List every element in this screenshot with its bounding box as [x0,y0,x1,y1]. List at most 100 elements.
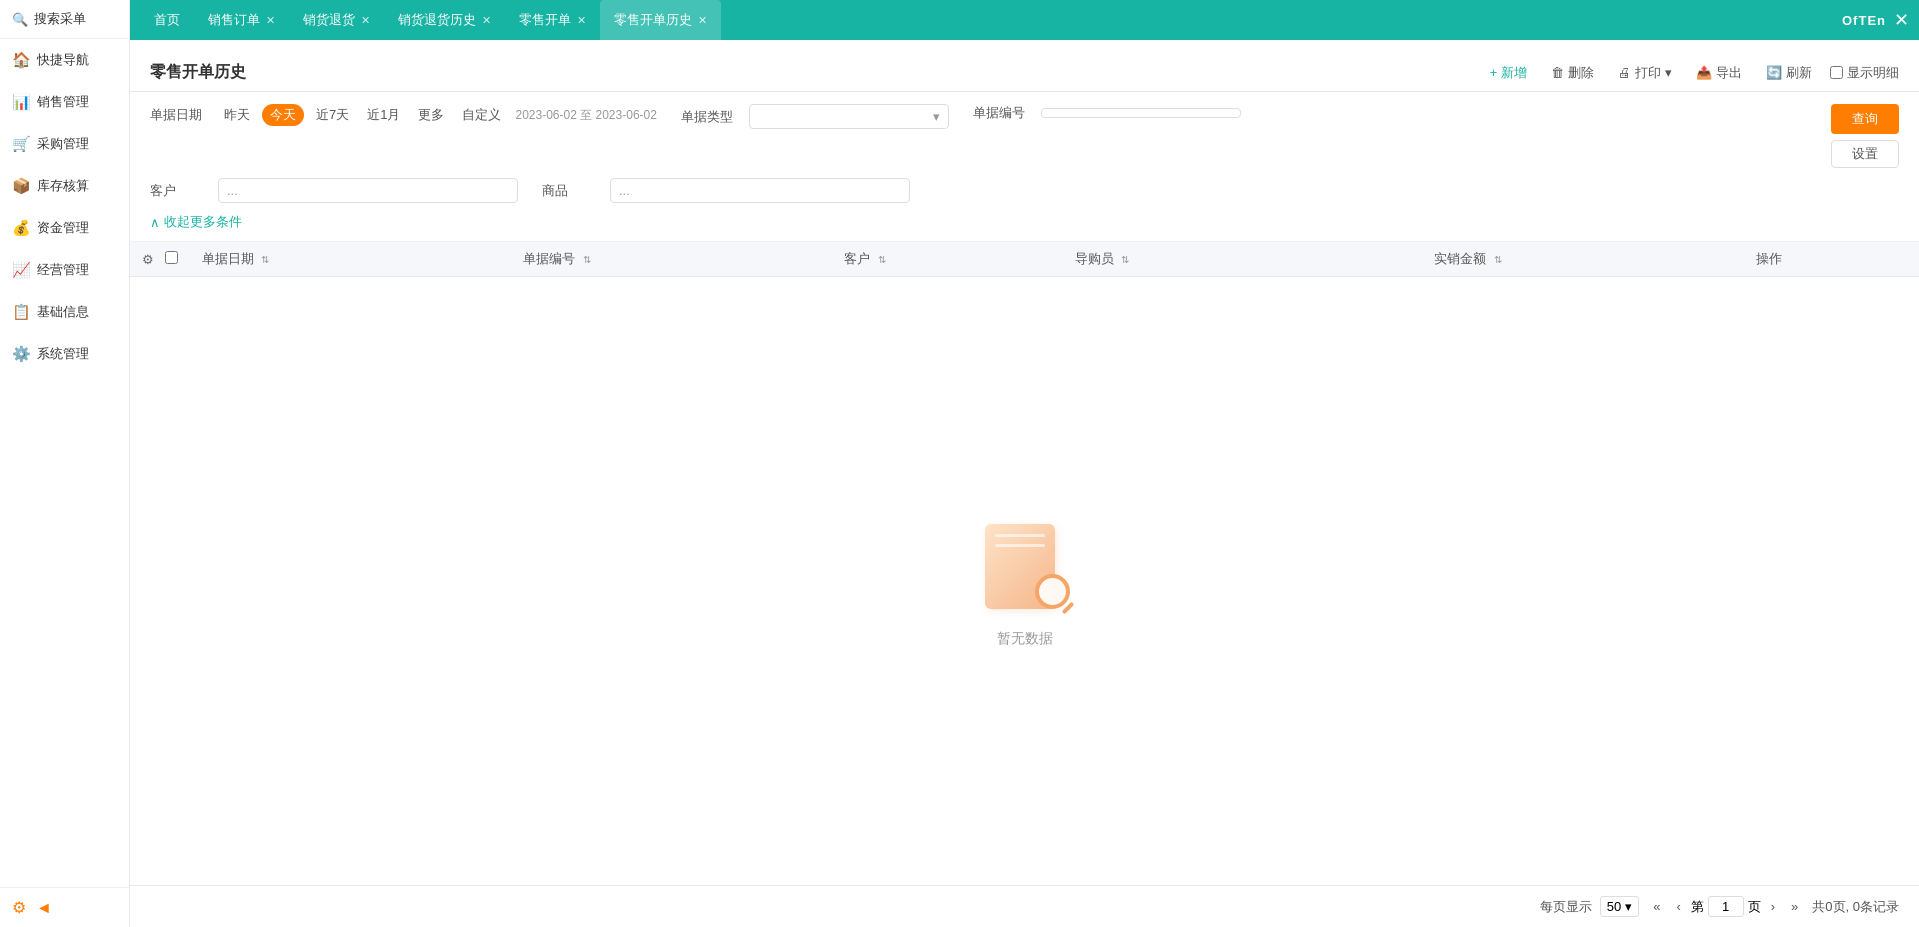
col-date-sort[interactable]: ⇅ [261,254,269,265]
sidebar-item-sys-mgmt[interactable]: ⚙️ 系统管理 [0,333,129,375]
table-settings-icon[interactable]: ⚙ [142,252,154,267]
doc-type-label: 单据类型 [681,108,741,126]
doc-no-input[interactable] [1041,108,1241,118]
date-btn-today[interactable]: 今天 [262,104,304,126]
box-icon: 📦 [12,177,31,195]
settings-col: ⚙ [130,242,190,277]
sidebar-item-base-info[interactable]: 📋 基础信息 [0,291,129,333]
sidebar: 🔍 搜索采单 🏠 快捷导航 📊 销售管理 🛒 采购管理 📦 库存核算 💰 资金管… [0,0,130,927]
collapse-filter-btn[interactable]: ∧ 收起更多条件 [150,213,1899,231]
date-btn-yesterday[interactable]: 昨天 [218,104,256,126]
col-customer-sort[interactable]: ⇅ [878,254,886,265]
page-next-btn[interactable]: › [1765,897,1781,916]
delete-icon: 🗑 [1551,65,1564,80]
tab-home[interactable]: 首页 [140,0,194,40]
sidebar-item-label: 基础信息 [37,303,89,321]
select-arrow-icon: ▾ [933,109,940,124]
goods-label: 商品 [542,182,602,200]
show-detail-input[interactable] [1830,66,1843,79]
goods-input[interactable]: ... [610,178,910,203]
sidebar-item-operations[interactable]: 📈 经营管理 [0,249,129,291]
print-button[interactable]: 🖨 打印 ▾ [1612,60,1678,86]
date-btn-more[interactable]: 更多 [412,104,450,126]
sidebar-item-quick-nav[interactable]: 🏠 快捷导航 [0,39,129,81]
col-action: 操作 [1744,242,1919,277]
clipboard-icon: 📋 [12,303,31,321]
customer-input[interactable]: ... [218,178,518,203]
sidebar-item-label: 资金管理 [37,219,89,237]
settings-footer-btn[interactable]: ⚙ [12,898,26,917]
col-amount-sort[interactable]: ⇅ [1494,254,1502,265]
show-detail-checkbox[interactable]: 显示明细 [1830,64,1899,82]
select-all-checkbox[interactable] [165,251,178,264]
query-button[interactable]: 查询 [1831,104,1899,134]
export-button[interactable]: 📤 导出 [1690,60,1748,86]
per-page-value: 50 [1607,899,1621,914]
sidebar-item-sales-mgmt[interactable]: 📊 销售管理 [0,81,129,123]
tab-sales-return-history-close[interactable]: ✕ [482,14,491,27]
doc-type-select[interactable]: ▾ [749,104,949,129]
no-data-text: 暂无数据 [997,630,1053,648]
filter-section: 单据日期 昨天 今天 近7天 近1月 更多 自定义 2023-06-02 至 2… [130,92,1919,242]
tab-bar-right: OfTEn ✕ [1842,9,1909,31]
per-page-select[interactable]: 50 ▾ [1600,896,1639,917]
tab-sales-return-history[interactable]: 销货退货历史 ✕ [384,0,505,40]
export-icon: 📤 [1696,65,1712,80]
tab-sales-return[interactable]: 销货退货 ✕ [289,0,384,40]
per-page-arrow: ▾ [1625,899,1632,914]
tab-sales-return-close[interactable]: ✕ [361,14,370,27]
page-last-btn[interactable]: » [1785,897,1804,916]
sidebar-search[interactable]: 🔍 搜索采单 [0,0,129,39]
page-first-btn[interactable]: « [1647,897,1666,916]
tab-retail-open-history[interactable]: 零售开单历史 ✕ [600,0,721,40]
goods-filter-field: 商品 ... [542,178,910,203]
tab-retail-open-history-label: 零售开单历史 [614,11,692,29]
col-no: 单据编号 ⇅ [511,242,832,277]
col-no-sort[interactable]: ⇅ [583,254,591,265]
col-amount-label: 实销金额 [1434,251,1486,266]
show-detail-label: 显示明细 [1847,64,1899,82]
chart-icon: 📊 [12,93,31,111]
col-date-label: 单据日期 [202,251,254,266]
tab-home-label: 首页 [154,11,180,29]
page-title: 零售开单历史 [150,62,246,83]
sidebar-item-label: 经营管理 [37,261,89,279]
search-illustration [1035,574,1070,609]
sidebar-item-purchase-mgmt[interactable]: 🛒 采购管理 [0,123,129,165]
page-prev-btn[interactable]: ‹ [1670,897,1686,916]
collapse-sidebar-btn[interactable]: ◄ [36,899,52,917]
sidebar-item-inventory[interactable]: 📦 库存核算 [0,165,129,207]
main-content: 首页 销售订单 ✕ 销货退货 ✕ 销货退货历史 ✕ 零售开单 ✕ 零售开单历史 … [130,0,1919,927]
refresh-button[interactable]: 🔄 刷新 [1760,60,1818,86]
collapse-label: 收起更多条件 [164,213,242,231]
tab-retail-open[interactable]: 零售开单 ✕ [505,0,600,40]
print-label: 打印 [1635,64,1661,82]
window-close-btn[interactable]: ✕ [1894,9,1909,31]
tab-sales-order[interactable]: 销售订单 ✕ [194,0,289,40]
sidebar-item-label: 系统管理 [37,345,89,363]
date-btn-custom[interactable]: 自定义 [456,104,507,126]
col-action-label: 操作 [1756,251,1782,266]
doc-no-label: 单据编号 [973,104,1033,122]
settings-button[interactable]: 设置 [1831,140,1899,168]
tab-retail-open-label: 零售开单 [519,11,571,29]
tab-retail-open-close[interactable]: ✕ [577,14,586,27]
money-icon: 💰 [12,219,31,237]
add-button[interactable]: + 新增 [1484,60,1533,86]
date-btn-last1month[interactable]: 近1月 [361,104,406,126]
sidebar-item-finance[interactable]: 💰 资金管理 [0,207,129,249]
tab-retail-open-history-close[interactable]: ✕ [698,14,707,27]
date-btn-last7[interactable]: 近7天 [310,104,355,126]
page-input[interactable] [1708,896,1744,917]
doc-no-filter-field: 单据编号 [973,104,1241,122]
col-amount: 实销金额 ⇅ [1422,242,1743,277]
tab-sales-order-close[interactable]: ✕ [266,14,275,27]
col-guide-sort[interactable]: ⇅ [1121,254,1129,265]
page-end-label: 页 [1748,898,1761,916]
tab-bar: 首页 销售订单 ✕ 销货退货 ✕ 销货退货历史 ✕ 零售开单 ✕ 零售开单历史 … [130,0,1919,40]
growth-icon: 📈 [12,261,31,279]
date-label: 单据日期 [150,106,210,124]
delete-button[interactable]: 🗑 删除 [1545,60,1600,86]
cart-icon: 🛒 [12,135,31,153]
table-area: ⚙ 单据日期 ⇅ 单据编号 ⇅ 客户 [130,242,1919,885]
